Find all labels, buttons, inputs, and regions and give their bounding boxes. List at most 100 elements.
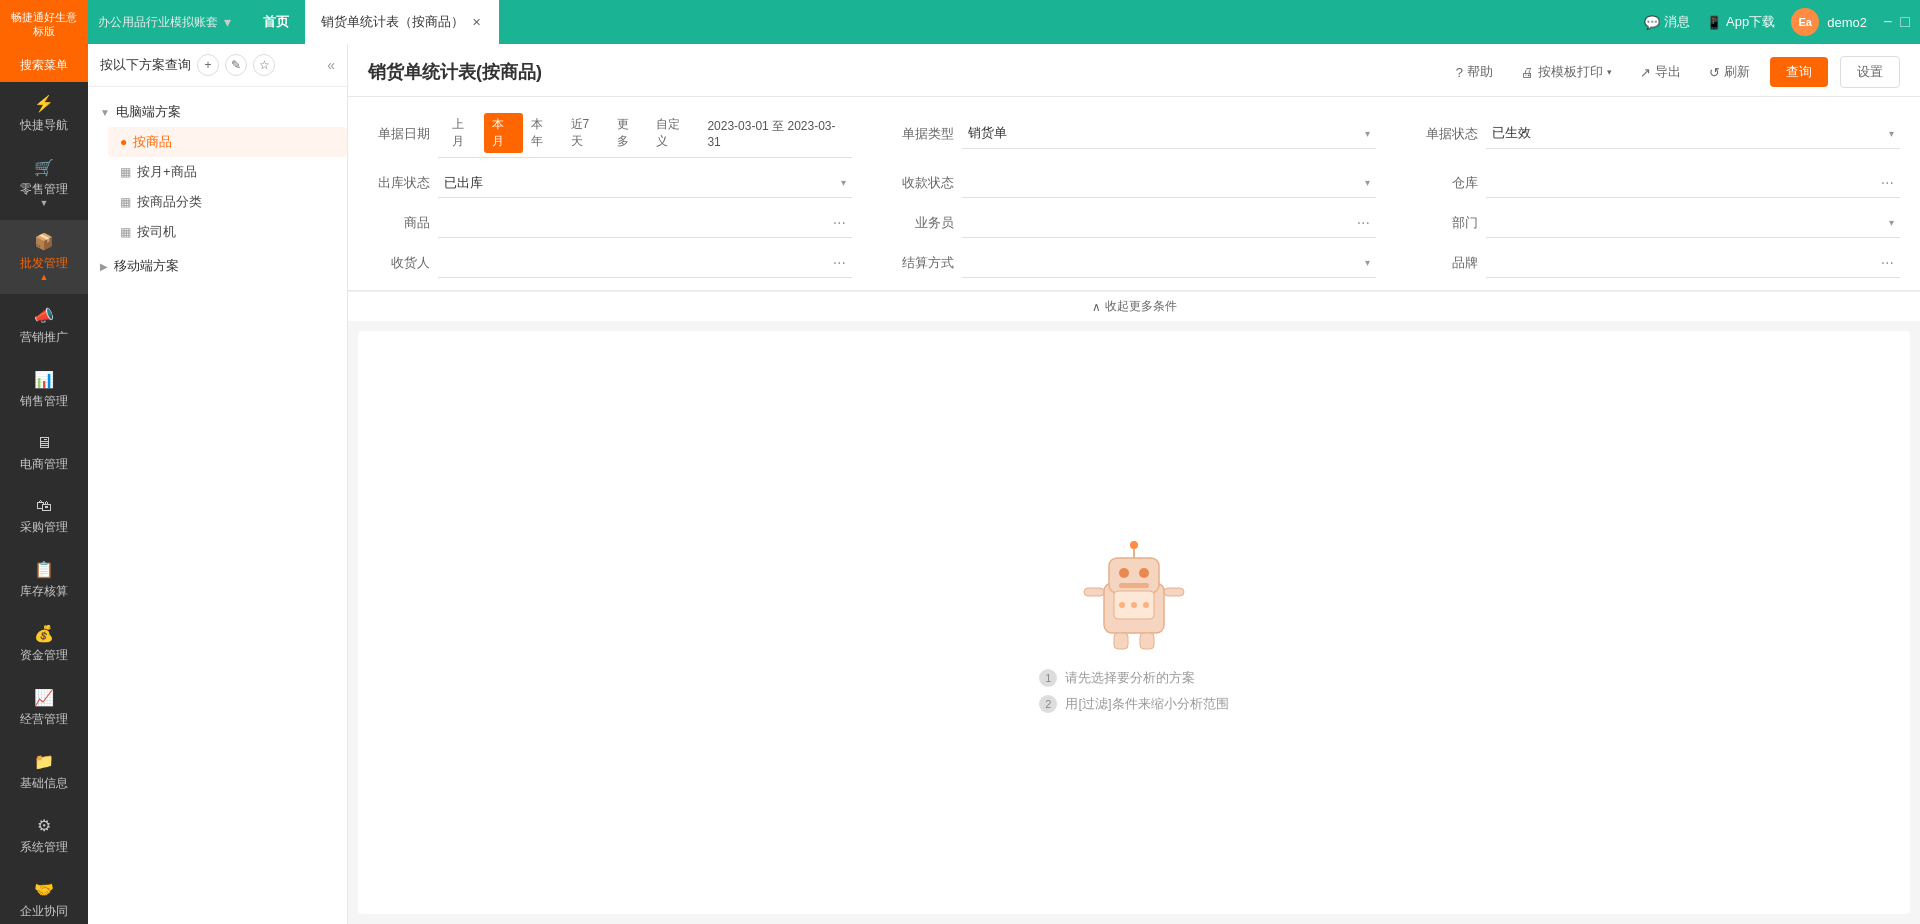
settings-button[interactable]: 设置	[1840, 56, 1900, 88]
tree-group-mobile-header[interactable]: ▶ 移动端方案	[88, 251, 347, 281]
sidebar-item-system[interactable]: ⚙ 系统管理	[0, 804, 88, 868]
sidebar-item-retail[interactable]: 🛒 零售管理 ▼	[0, 146, 88, 220]
filter-row-2: 出库状态 已出库 ▾ 收款状态 ▾ 仓库 ···	[368, 168, 1900, 198]
receiver-label: 收货人	[368, 254, 438, 272]
company-icon: 🤝	[34, 880, 54, 899]
export-button[interactable]: ↗ 导出	[1632, 59, 1689, 85]
collapse-panel-button[interactable]: «	[327, 57, 335, 73]
operations-icon: 📈	[34, 688, 54, 707]
tab-home[interactable]: 首页	[247, 0, 305, 44]
product-label: 商品	[368, 214, 438, 232]
tree-section: ▼ 电脑端方案 ● 按商品 ▦ 按月+商品 ▦	[88, 87, 347, 291]
maximize-button[interactable]: □	[1900, 13, 1910, 31]
user-menu[interactable]: Ea demo2	[1791, 8, 1867, 36]
topbar-right: 💬 消息 📱 App下载 Ea demo2 − □	[1644, 8, 1910, 36]
tree-item-bymonthproduct[interactable]: ▦ 按月+商品	[108, 157, 347, 187]
sidebar-item-quicknav[interactable]: ⚡ 快捷导航	[0, 82, 88, 146]
sidebar-item-finance[interactable]: 💰 资金管理	[0, 612, 88, 676]
docstatus-control[interactable]: 已生效 ▾	[1486, 119, 1900, 149]
basics-icon: 📁	[34, 752, 54, 771]
message-icon: 💬	[1644, 15, 1660, 30]
date-tab-lastmonth[interactable]: 上月	[444, 113, 484, 153]
sidebar-item-marketing[interactable]: 📣 营销推广	[0, 294, 88, 358]
window-controls: − □	[1883, 13, 1910, 31]
page-title: 销货单统计表(按商品)	[368, 60, 1448, 84]
product-control[interactable]: ···	[438, 208, 852, 238]
svg-rect-8	[1164, 588, 1184, 596]
tree-group-mobile: ▶ 移动端方案	[88, 249, 347, 283]
tree-group-mobile-label: 移动端方案	[114, 257, 179, 275]
collectstatus-control[interactable]: ▾	[962, 168, 1376, 198]
step-num-1: 1	[1039, 669, 1057, 687]
sidebar-logo: 畅捷通好生意 标版	[0, 0, 88, 49]
product-dots-icon[interactable]: ···	[833, 214, 846, 232]
tree-item-byclerk[interactable]: ▦ 按司机	[108, 217, 347, 247]
tree-toggle-mobile-icon: ▶	[100, 261, 108, 272]
sidebar-item-basics[interactable]: 📁 基础信息	[0, 740, 88, 804]
sidebar-item-operations[interactable]: 📈 经营管理	[0, 676, 88, 740]
refresh-button[interactable]: ↺ 刷新	[1701, 59, 1758, 85]
tab-close-icon[interactable]: ✕	[470, 14, 483, 31]
filter-row-1: 单据日期 上月 本月 本年 近7天 更多 自定义 2023-03-01 至 20…	[368, 109, 1900, 158]
department-control[interactable]: ▾	[1486, 208, 1900, 238]
breadcrumb-dropdown-icon[interactable]: ▾	[224, 14, 231, 30]
tree-item-byproductcat[interactable]: ▦ 按商品分类	[108, 187, 347, 217]
warehouse-control[interactable]: ···	[1486, 168, 1900, 198]
empty-state-text: 1 请先选择要分析的方案 2 用[过滤]条件来缩小分析范围	[1039, 669, 1228, 713]
date-tab-more[interactable]: 更多	[609, 113, 649, 153]
outstatus-control[interactable]: 已出库 ▾	[438, 168, 852, 198]
print-button[interactable]: 🖨 按模板打印 ▾	[1513, 59, 1620, 85]
salesperson-dots-icon[interactable]: ···	[1357, 214, 1370, 232]
step-text-2: 用[过滤]条件来缩小分析范围	[1065, 695, 1228, 713]
retail-icon: 🛒	[34, 158, 54, 177]
message-button[interactable]: 💬 消息	[1644, 13, 1690, 31]
right-content: 销货单统计表(按商品) ? 帮助 🖨 按模板打印 ▾ ↗ 导出	[348, 44, 1920, 924]
help-button[interactable]: ? 帮助	[1448, 59, 1501, 85]
ecommerce-icon: 🖥	[36, 434, 52, 452]
receiver-dots-icon[interactable]: ···	[833, 254, 846, 272]
query-button[interactable]: 查询	[1770, 57, 1828, 87]
sidebar-item-ecommerce[interactable]: 🖥 电商管理	[0, 422, 88, 485]
date-tab-thisyear[interactable]: 本年	[523, 113, 563, 153]
tree-group-desktop: ▼ 电脑端方案 ● 按商品 ▦ 按月+商品 ▦	[88, 95, 347, 249]
empty-state: 1 请先选择要分析的方案 2 用[过滤]条件来缩小分析范围	[358, 331, 1910, 914]
doctype-arrow-icon: ▾	[1365, 128, 1370, 139]
salesperson-control[interactable]: ···	[962, 208, 1376, 238]
date-label: 单据日期	[368, 125, 438, 143]
brand-dots-icon[interactable]: ···	[1881, 254, 1894, 272]
receiver-control[interactable]: ···	[438, 248, 852, 278]
doctype-control[interactable]: 销货单 ▾	[962, 119, 1376, 149]
sidebar-item-inventory[interactable]: 📋 库存核算	[0, 548, 88, 612]
sidebar-item-sales[interactable]: 📊 销售管理	[0, 358, 88, 422]
outstatus-arrow-icon: ▾	[841, 177, 846, 188]
settlement-control[interactable]: ▾	[962, 248, 1376, 278]
tree-item-byproduct[interactable]: ● 按商品	[108, 127, 347, 157]
date-tab-thismonth[interactable]: 本月	[484, 113, 524, 153]
brand-control[interactable]: ···	[1486, 248, 1900, 278]
sidebar-item-company[interactable]: 🤝 企业协同	[0, 868, 88, 924]
warehouse-dots-icon[interactable]: ···	[1881, 174, 1894, 192]
tree-group-desktop-header[interactable]: ▼ 电脑端方案	[88, 97, 347, 127]
date-tab-7days[interactable]: 近7天	[563, 113, 609, 153]
sidebar-item-purchase[interactable]: 🛍 采购管理	[0, 485, 88, 548]
svg-point-14	[1143, 602, 1149, 608]
collapse-bar[interactable]: ∧ 收起更多条件	[348, 291, 1920, 321]
minimize-button[interactable]: −	[1883, 13, 1892, 31]
edit-scheme-button[interactable]: ✎	[225, 54, 247, 76]
collapse-icon: ∧	[1092, 300, 1101, 314]
app-download-button[interactable]: 📱 App下载	[1706, 13, 1775, 31]
more-scheme-button[interactable]: ☆	[253, 54, 275, 76]
tree-item-icon-4: ▦	[120, 225, 131, 239]
date-filter: 上月 本月 本年 近7天 更多 自定义 2023-03-01 至 2023-03…	[438, 109, 852, 158]
empty-illustration	[1074, 533, 1194, 653]
print-dropdown-icon: ▾	[1607, 67, 1612, 77]
sidebar-item-wholesale[interactable]: 📦 批发管理 ▲	[0, 220, 88, 294]
empty-state-line-2: 2 用[过滤]条件来缩小分析范围	[1039, 695, 1228, 713]
sidebar-item-search[interactable]: 搜索菜单	[0, 49, 88, 82]
svg-rect-7	[1084, 588, 1104, 596]
add-scheme-button[interactable]: +	[197, 54, 219, 76]
empty-state-line-1: 1 请先选择要分析的方案	[1039, 669, 1228, 687]
collectstatus-label: 收款状态	[892, 174, 962, 192]
tab-report[interactable]: 销货单统计表（按商品） ✕	[305, 0, 499, 44]
date-tab-custom[interactable]: 自定义	[648, 113, 699, 153]
